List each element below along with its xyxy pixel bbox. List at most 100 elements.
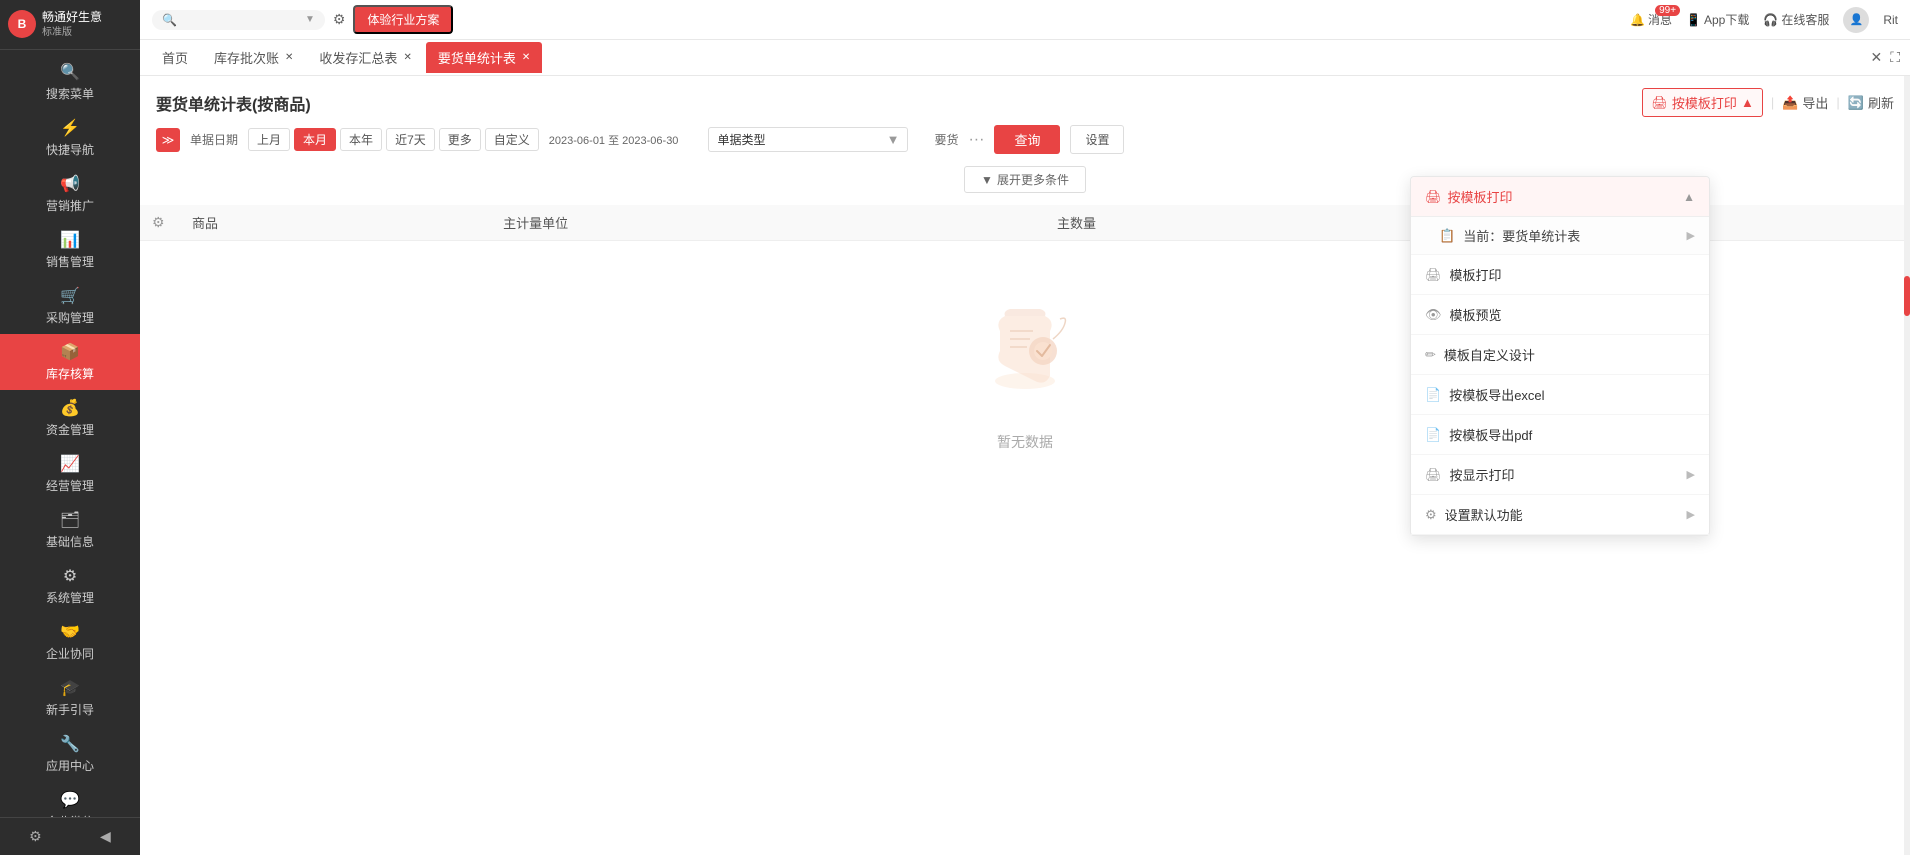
close-icon[interactable]: ✕ xyxy=(403,52,411,63)
app-logo: B 畅通好生意 标准版 xyxy=(0,0,140,50)
search-input[interactable] xyxy=(181,13,301,27)
app-icon: 🔧 xyxy=(60,734,80,754)
sidebar-item-basic[interactable]: 🗂 基础信息 xyxy=(0,502,140,558)
filter-arrow-button[interactable]: ≫ xyxy=(156,128,180,152)
sidebar-item-purchase[interactable]: 🛒 采购管理 xyxy=(0,278,140,334)
guide-icon: 🎓 xyxy=(60,678,80,698)
cargo-type-label: 要货 xyxy=(934,131,958,148)
query-button[interactable]: 查询 xyxy=(994,125,1060,154)
dropdown-item-template-preview[interactable]: 👁 模板预览 xyxy=(1411,295,1709,335)
dropdown-close-button[interactable]: ▲ xyxy=(1683,190,1695,204)
current-month-button[interactable]: 本月 xyxy=(294,128,336,151)
empty-text: 暂无数据 xyxy=(997,432,1053,452)
sidebar-item-shortcut[interactable]: ⚡ 快捷导航 xyxy=(0,110,140,166)
close-tab-button[interactable]: ✕ xyxy=(1870,49,1882,66)
close-icon[interactable]: ✕ xyxy=(285,52,293,63)
sidebar-item-guide[interactable]: 🎓 新手引导 xyxy=(0,670,140,726)
chevron-right-icon: ▶ xyxy=(1687,468,1695,481)
system-icon: ⚙ xyxy=(63,566,77,586)
notification-badge: 99+ xyxy=(1655,5,1680,16)
search-bar[interactable]: 🔍 ▼ xyxy=(152,10,325,30)
sidebar-item-label: 系统管理 xyxy=(46,589,94,606)
custom-date-button[interactable]: 自定义 xyxy=(485,128,539,151)
dropdown-item-template-custom[interactable]: ✏ 模板自定义设计 xyxy=(1411,335,1709,375)
sidebar-item-cooperation[interactable]: 🤝 企业协同 xyxy=(0,614,140,670)
item-label: 按模板导出pdf xyxy=(1449,425,1532,444)
online-service-button[interactable]: 🎧 在线客服 xyxy=(1763,11,1829,28)
item-label: 模板自定义设计 xyxy=(1444,345,1535,364)
dropdown-title-label: 按模板打印 xyxy=(1448,187,1513,206)
sidebar-item-operations[interactable]: 📈 经营管理 xyxy=(0,446,140,502)
sidebar-item-label: 经营管理 xyxy=(46,477,94,494)
item-left: ✏ 模板自定义设计 xyxy=(1425,345,1535,364)
col-product: 商品 xyxy=(180,205,491,241)
dropdown-item-template-excel[interactable]: 📄 按模板导出excel xyxy=(1411,375,1709,415)
printer-icon: 🖨 xyxy=(1425,189,1442,205)
chevron-right-icon: ▶ xyxy=(1687,229,1695,242)
sidebar-item-label: 企业微信 xyxy=(46,813,94,817)
last7-button[interactable]: 近7天 xyxy=(386,128,435,151)
date-filter-label: 单据日期 xyxy=(190,131,238,148)
table-settings-icon[interactable]: ⚙ xyxy=(152,214,165,230)
page-header: 要货单统计表(按商品) 🖨 按模板打印 ▲ | 📤 导出 | 🔄 xyxy=(140,76,1910,117)
maximize-tab-button[interactable]: ⛶ xyxy=(1890,49,1900,66)
operations-icon: 📈 xyxy=(60,454,80,474)
tabs-controls: ✕ ⛶ xyxy=(1870,49,1900,66)
prev-month-button[interactable]: 上月 xyxy=(248,128,290,151)
user-avatar[interactable]: 👤 xyxy=(1843,7,1869,33)
collapse-button[interactable]: ◀ xyxy=(100,828,111,845)
date-range-label: 2023-06-01 至 2023-06-30 xyxy=(549,132,679,148)
tab-order-stats[interactable]: 要货单统计表 ✕ xyxy=(426,42,542,73)
sidebar-item-label: 库存核算 xyxy=(46,365,94,382)
topbar: 🔍 ▼ ⚙ 体验行业方案 🔔 消息 99+ 📱 App下载 🎧 在线客服 👤 xyxy=(140,0,1910,40)
sidebar-item-inventory[interactable]: 📦 库存核算 xyxy=(0,334,140,390)
template-print-button[interactable]: 🖨 按模板打印 ▲ xyxy=(1642,88,1762,117)
sidebar-item-marketing[interactable]: 📢 营销推广 xyxy=(0,166,140,222)
tab-receipt-summary[interactable]: 收发存汇总表 ✕ xyxy=(307,42,423,73)
ellipsis-button[interactable]: ··· xyxy=(968,131,984,149)
sidebar: B 畅通好生意 标准版 🔍 搜索菜单 ⚡ 快捷导航 📢 营销推广 📊 销售管理 … xyxy=(0,0,140,855)
purchase-icon: 🛒 xyxy=(60,286,80,306)
current-template-item[interactable]: 📋 当前：要货单统计表 ▶ xyxy=(1411,217,1709,255)
tab-home[interactable]: 首页 xyxy=(150,42,200,73)
sidebar-item-search[interactable]: 🔍 搜索菜单 xyxy=(0,54,140,110)
export-button[interactable]: 📤 导出 xyxy=(1782,93,1828,112)
template-print-dropdown: 🖨 按模板打印 ▲ 📋 当前：要货单统计表 ▶ 🖨 模板打印 xyxy=(1410,176,1710,536)
notification-button[interactable]: 🔔 消息 99+ xyxy=(1630,11,1672,28)
sidebar-item-app[interactable]: 🔧 应用中心 xyxy=(0,726,140,782)
print-icon: 🖨 xyxy=(1425,267,1442,283)
sidebar-item-sales[interactable]: 📊 销售管理 xyxy=(0,222,140,278)
username-label[interactable]: Rit xyxy=(1883,13,1898,27)
online-service-label: 在线客服 xyxy=(1781,11,1829,28)
sidebar-item-label: 营销推广 xyxy=(46,197,94,214)
item-left: ⚙ 设置默认功能 xyxy=(1425,505,1523,524)
app-download-button[interactable]: 📱 App下载 xyxy=(1686,11,1749,28)
current-year-button[interactable]: 本年 xyxy=(340,128,382,151)
excel-icon: 📄 xyxy=(1425,387,1441,403)
dropdown-item-template-pdf[interactable]: 📄 按模板导出pdf xyxy=(1411,415,1709,455)
dropdown-item-default-function[interactable]: ⚙ 设置默认功能 ▶ xyxy=(1411,495,1709,535)
more-date-button[interactable]: 更多 xyxy=(439,128,481,151)
refresh-button[interactable]: 🔄 刷新 xyxy=(1848,93,1894,112)
trial-button[interactable]: 体验行业方案 xyxy=(353,5,453,34)
sidebar-item-label: 新手引导 xyxy=(46,701,94,718)
sidebar-item-finance[interactable]: 💰 资金管理 xyxy=(0,390,140,446)
order-type-select[interactable]: 单据类型 ▼ xyxy=(708,127,908,152)
sidebar-item-system[interactable]: ⚙ 系统管理 xyxy=(0,558,140,614)
order-type-label: 单据类型 xyxy=(717,131,765,148)
setting-button[interactable]: 设置 xyxy=(1070,125,1124,154)
sidebar-nav: 🔍 搜索菜单 ⚡ 快捷导航 📢 营销推广 📊 销售管理 🛒 采购管理 📦 库存核… xyxy=(0,50,140,817)
template-print-label: 按模板打印 xyxy=(1672,93,1737,112)
settings-button[interactable]: ⚙ xyxy=(29,828,42,845)
dropdown-item-template-print[interactable]: 🖨 模板打印 xyxy=(1411,255,1709,295)
tab-batch-account[interactable]: 库存批次账 ✕ xyxy=(202,42,305,73)
sidebar-item-wechat[interactable]: 💬 企业微信 xyxy=(0,782,140,817)
close-icon[interactable]: ✕ xyxy=(522,52,530,63)
gear-icon[interactable]: ⚙ xyxy=(333,11,346,28)
item-left: 📄 按模板导出pdf xyxy=(1425,425,1532,444)
expand-more-button[interactable]: ▼ 展开更多条件 xyxy=(964,166,1086,193)
chevron-up-icon: ▲ xyxy=(1741,95,1754,110)
scrollbar-thumb[interactable] xyxy=(1904,276,1910,316)
sidebar-item-label: 企业协同 xyxy=(46,645,94,662)
dropdown-item-display-print[interactable]: 🖨 按显示打印 ▶ xyxy=(1411,455,1709,495)
